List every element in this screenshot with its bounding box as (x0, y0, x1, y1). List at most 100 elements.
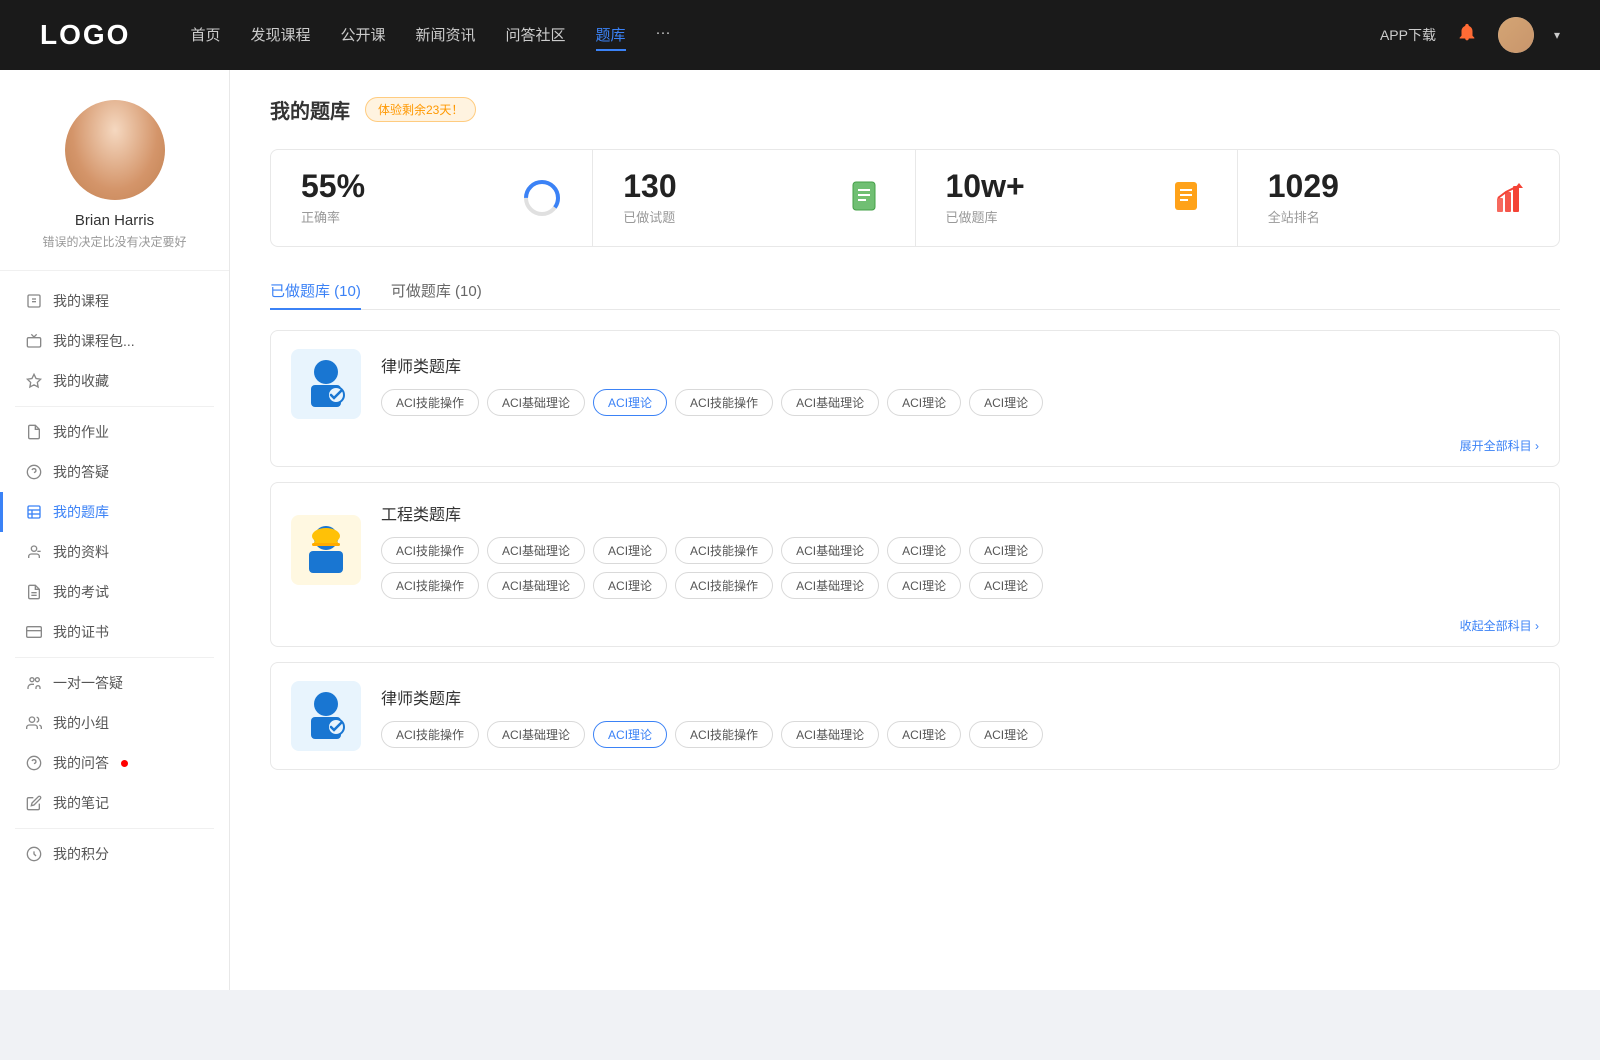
questions-icon (25, 754, 43, 772)
engineer-icon (291, 515, 361, 585)
sidebar: Brian Harris 错误的决定比没有决定要好 我的课程 我的课程包... (0, 70, 230, 990)
sidebar-item-bank[interactable]: 我的题库 (0, 492, 229, 532)
nav-item-discover[interactable]: 发现课程 (250, 20, 310, 51)
sidebar-item-group[interactable]: 我的小组 (0, 703, 229, 743)
lawyer1-tag-4[interactable]: ACI基础理论 (781, 389, 879, 416)
sidebar-item-profile-data[interactable]: 我的资料 (0, 532, 229, 572)
one-on-one-icon (25, 674, 43, 692)
group-icon (25, 714, 43, 732)
engineer-tag-0[interactable]: ACI技能操作 (381, 537, 479, 564)
tab-available-banks[interactable]: 可做题库 (10) (391, 272, 482, 309)
engineer-tag-1[interactable]: ACI基础理论 (487, 537, 585, 564)
tab-done-banks[interactable]: 已做题库 (10) (270, 272, 361, 309)
navbar-right: APP下载 ▾ (1380, 17, 1560, 53)
engineer-tag2-5[interactable]: ACI理论 (887, 572, 961, 599)
engineer-tag2-6[interactable]: ACI理论 (969, 572, 1043, 599)
sidebar-item-exam[interactable]: 我的考试 (0, 572, 229, 612)
lawyer2-tag-0[interactable]: ACI技能操作 (381, 721, 479, 748)
lawyer2-tag-5[interactable]: ACI理论 (887, 721, 961, 748)
sidebar-item-pkg[interactable]: 我的课程包... (0, 321, 229, 361)
sidebar-item-points[interactable]: 我的积分 (0, 834, 229, 874)
course-icon (25, 292, 43, 310)
bank-card-lawyer2-header: 律师类题库 ACI技能操作 ACI基础理论 ACI理论 ACI技能操作 ACI基… (271, 663, 1559, 769)
bank-card-engineer-tags-row1: ACI技能操作 ACI基础理论 ACI理论 ACI技能操作 ACI基础理论 AC… (381, 537, 1539, 564)
profile-section: Brian Harris 错误的决定比没有决定要好 (0, 100, 229, 271)
homework-icon (25, 423, 43, 441)
page-title: 我的题库 (270, 95, 350, 124)
bank-card-engineer-collapse[interactable]: 收起全部科目 › (271, 617, 1559, 646)
engineer-tag-2[interactable]: ACI理论 (593, 537, 667, 564)
notification-bell[interactable] (1456, 22, 1478, 49)
stat-done-banks: 10w+ 已做题库 (916, 150, 1238, 246)
profile-avatar (65, 100, 165, 200)
cert-icon (25, 623, 43, 641)
nav-item-opencourse[interactable]: 公开课 (340, 20, 385, 51)
page-container: Brian Harris 错误的决定比没有决定要好 我的课程 我的课程包... (0, 70, 1600, 990)
nav-item-more[interactable]: ··· (656, 20, 671, 51)
lawyer2-tag-1[interactable]: ACI基础理论 (487, 721, 585, 748)
questions-red-dot (121, 760, 128, 767)
sidebar-item-questions[interactable]: 我的问答 (0, 743, 229, 783)
lawyer1-tag-0[interactable]: ACI技能操作 (381, 389, 479, 416)
lawyer1-tag-5[interactable]: ACI理论 (887, 389, 961, 416)
accuracy-icon (522, 178, 562, 218)
stat-done-text: 130 已做试题 (623, 170, 833, 226)
bank-card-lawyer1-expand[interactable]: 展开全部科目 › (271, 437, 1559, 466)
sidebar-item-qa[interactable]: 我的答疑 (0, 452, 229, 492)
user-avatar[interactable] (1498, 17, 1534, 53)
rank-icon (1493, 180, 1529, 216)
engineer-tag2-3[interactable]: ACI技能操作 (675, 572, 773, 599)
bank-card-lawyer1-content: 律师类题库 ACI技能操作 ACI基础理论 ACI理论 ACI技能操作 ACI基… (381, 353, 1539, 416)
lawyer2-tag-4[interactable]: ACI基础理论 (781, 721, 879, 748)
app-download-btn[interactable]: APP下载 (1380, 25, 1436, 45)
engineer-tag2-2[interactable]: ACI理论 (593, 572, 667, 599)
engineer-tag-4[interactable]: ACI基础理论 (781, 537, 879, 564)
page-header: 我的题库 体验剩余23天！ (270, 95, 1560, 124)
logo[interactable]: LOGO (40, 19, 130, 51)
done-banks-icon (1171, 180, 1207, 216)
engineer-tag-6[interactable]: ACI理论 (969, 537, 1043, 564)
bank-card-engineer-tags-row2: ACI技能操作 ACI基础理论 ACI理论 ACI技能操作 ACI基础理论 AC… (381, 572, 1539, 599)
bank-icon (25, 503, 43, 521)
lawyer1-tag-2[interactable]: ACI理论 (593, 389, 667, 416)
sidebar-item-favorites[interactable]: 我的收藏 (0, 361, 229, 401)
sidebar-menu: 我的课程 我的课程包... 我的收藏 (0, 271, 229, 884)
bank-card-engineer: 工程类题库 ACI技能操作 ACI基础理论 ACI理论 ACI技能操作 ACI基… (270, 482, 1560, 647)
divider-2 (15, 657, 214, 658)
engineer-tag2-1[interactable]: ACI基础理论 (487, 572, 585, 599)
nav-item-news[interactable]: 新闻资讯 (416, 20, 476, 51)
sidebar-item-cert[interactable]: 我的证书 (0, 612, 229, 652)
lawyer1-tag-1[interactable]: ACI基础理论 (487, 389, 585, 416)
lawyer1-tag-3[interactable]: ACI技能操作 (675, 389, 773, 416)
engineer-tag2-4[interactable]: ACI基础理论 (781, 572, 879, 599)
sidebar-item-notes[interactable]: 我的笔记 (0, 783, 229, 823)
engineer-tag-5[interactable]: ACI理论 (887, 537, 961, 564)
bank-card-lawyer1: 律师类题库 ACI技能操作 ACI基础理论 ACI理论 ACI技能操作 ACI基… (270, 330, 1560, 467)
lawyer2-icon (291, 681, 361, 751)
lawyer1-tag-6[interactable]: ACI理论 (969, 389, 1043, 416)
navbar: LOGO 首页 发现课程 公开课 新闻资讯 问答社区 题库 ··· APP下载 … (0, 0, 1600, 70)
sidebar-item-one-on-one[interactable]: 一对一答疑 (0, 663, 229, 703)
engineer-tag2-0[interactable]: ACI技能操作 (381, 572, 479, 599)
exam-icon (25, 583, 43, 601)
nav-item-home[interactable]: 首页 (190, 20, 220, 51)
profile-motto: 错误的决定比没有决定要好 (42, 233, 186, 250)
stat-accuracy-value: 55% (301, 170, 507, 202)
lawyer2-tag-3[interactable]: ACI技能操作 (675, 721, 773, 748)
nav-item-bank[interactable]: 题库 (596, 20, 626, 51)
bank-card-lawyer2-content: 律师类题库 ACI技能操作 ACI基础理论 ACI理论 ACI技能操作 ACI基… (381, 685, 1539, 748)
stat-rank: 1029 全站排名 (1238, 150, 1559, 246)
lawyer2-tag-6[interactable]: ACI理论 (969, 721, 1043, 748)
nav-item-qa[interactable]: 问答社区 (506, 20, 566, 51)
main-content: 我的题库 体验剩余23天！ 55% 正确率 (230, 70, 1600, 990)
done-questions-icon (849, 180, 885, 216)
engineer-tag-3[interactable]: ACI技能操作 (675, 537, 773, 564)
stat-accuracy-label: 正确率 (301, 207, 507, 226)
lawyer2-tag-2[interactable]: ACI理论 (593, 721, 667, 748)
star-icon (25, 372, 43, 390)
stat-rank-label: 全站排名 (1268, 207, 1478, 226)
sidebar-item-homework[interactable]: 我的作业 (0, 412, 229, 452)
sidebar-item-course[interactable]: 我的课程 (0, 281, 229, 321)
bank-card-lawyer2: 律师类题库 ACI技能操作 ACI基础理论 ACI理论 ACI技能操作 ACI基… (270, 662, 1560, 770)
user-menu-chevron[interactable]: ▾ (1554, 28, 1560, 42)
